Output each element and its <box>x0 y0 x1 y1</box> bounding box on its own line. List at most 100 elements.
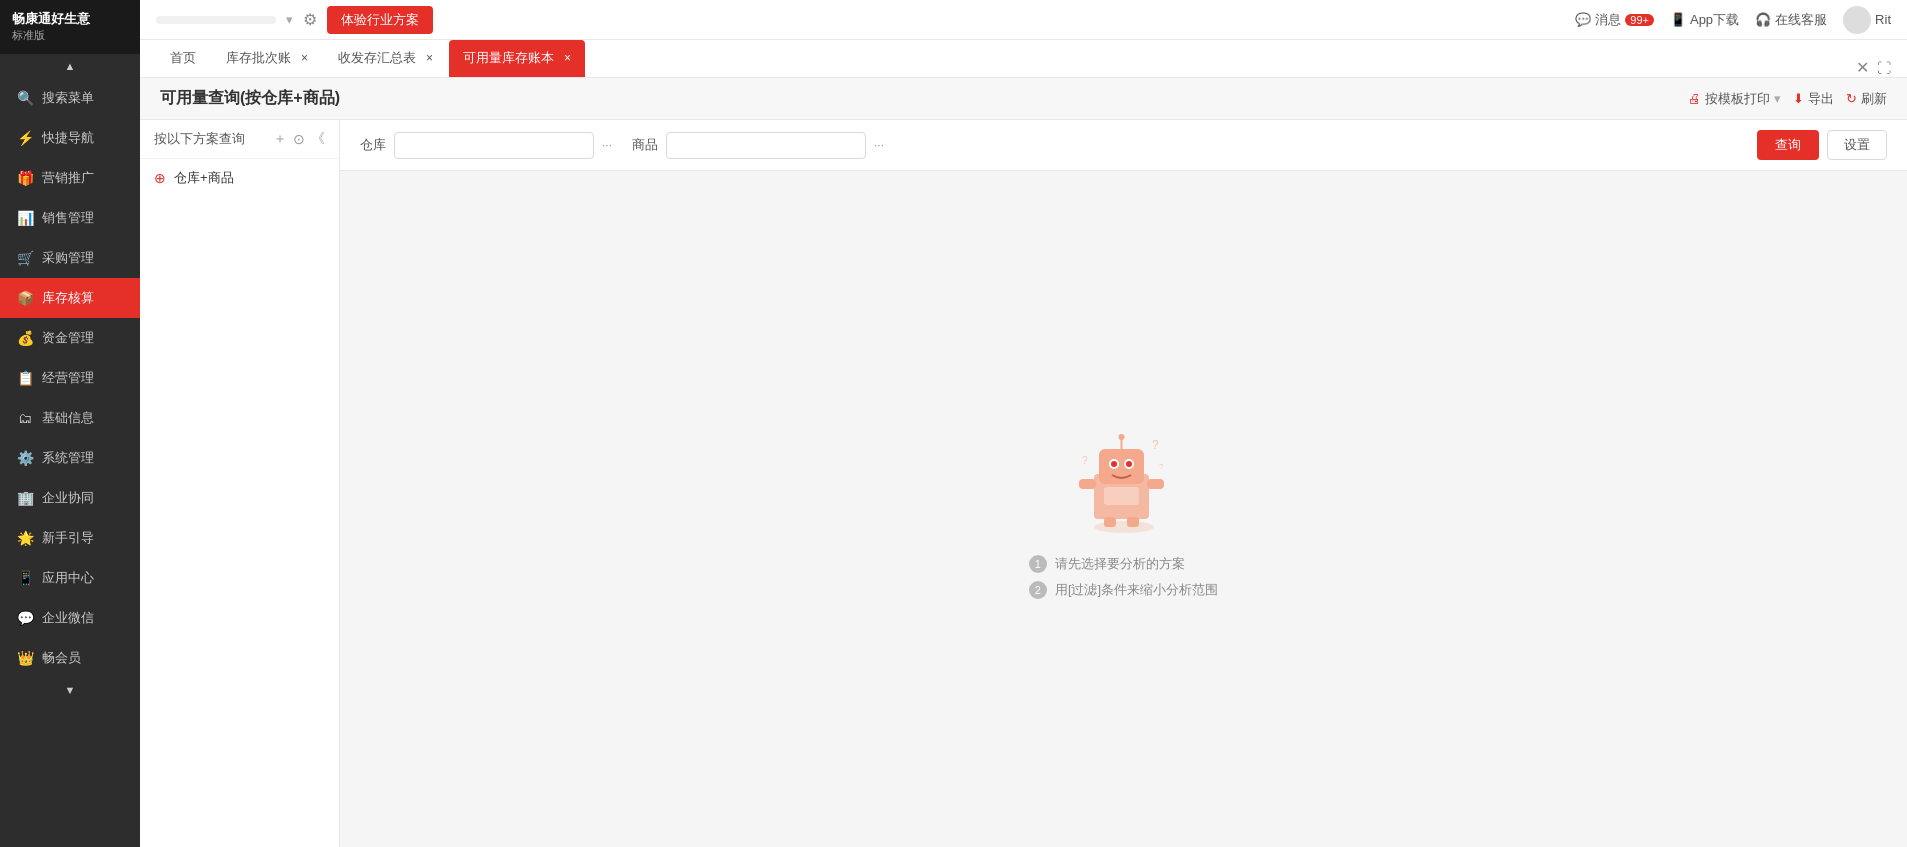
headset-icon: 🎧 <box>1755 12 1771 27</box>
empty-state: ? ? ? 1 请先选择要分析的方案 2 用[过滤]条件来缩小分析范围 <box>340 171 1907 847</box>
svg-rect-12 <box>1147 479 1164 489</box>
warehouse-product-icon: ⊕ <box>154 170 166 186</box>
sidebar-item-operations[interactable]: 📋 经营管理 <box>0 358 140 398</box>
tab-home[interactable]: 首页 <box>156 40 210 77</box>
sidebar-label-enterprise: 企业协同 <box>42 489 94 507</box>
app-download-icon: 📱 <box>1670 12 1686 27</box>
basic-icon: 🗂 <box>16 410 34 426</box>
sidebar-item-search[interactable]: 🔍 搜索菜单 <box>0 78 140 118</box>
product-input[interactable] <box>666 132 866 159</box>
sidebar-scroll-down[interactable]: ▼ <box>0 678 140 702</box>
filter-panel: 按以下方案查询 ＋ ⊙ 《 ⊕ 仓库+商品 <box>140 120 340 847</box>
sidebar-scroll: ▲ 🔍 搜索菜单 ⚡ 快捷导航 🎁 营销推广 📊 销售管理 🛒 采购管理 📦 库… <box>0 54 140 847</box>
tab-batch-account-close[interactable]: × <box>301 51 308 65</box>
industry-solution-button[interactable]: 体验行业方案 <box>327 6 433 34</box>
print-label: 按模板打印 <box>1705 90 1770 108</box>
print-button[interactable]: 🖨 按模板打印 ▾ <box>1688 90 1781 108</box>
app-logo: 畅康通好生意 标准版 <box>0 0 140 54</box>
enterprise-icon: 🏢 <box>16 490 34 506</box>
dropdown-icon[interactable]: ▾ <box>286 12 293 27</box>
content-area: 按以下方案查询 ＋ ⊙ 《 ⊕ 仓库+商品 仓库 ··· <box>140 120 1907 847</box>
message-badge: 99+ <box>1625 14 1654 26</box>
sidebar-item-purchase[interactable]: 🛒 采购管理 <box>0 238 140 278</box>
filter-header-actions: ＋ ⊙ 《 <box>273 130 325 148</box>
message-icon: 💬 <box>1575 12 1591 27</box>
svg-point-8 <box>1118 434 1124 440</box>
user-menu[interactable]: Rit <box>1843 6 1891 34</box>
online-service-item[interactable]: 🎧 在线客服 <box>1755 11 1827 29</box>
online-service-label: 在线客服 <box>1775 11 1827 29</box>
empty-tips: 1 请先选择要分析的方案 2 用[过滤]条件来缩小分析范围 <box>1029 555 1218 599</box>
export-icon: ⬇ <box>1793 91 1804 106</box>
sidebar-label-finance: 资金管理 <box>42 329 94 347</box>
tab-available-ledger-label: 可用量库存账本 <box>463 49 554 67</box>
sidebar-scroll-up[interactable]: ▲ <box>0 54 140 78</box>
sidebar-item-marketing[interactable]: 🎁 营销推广 <box>0 158 140 198</box>
sidebar-label-marketing: 营销推广 <box>42 169 94 187</box>
tab-available-ledger-close[interactable]: × <box>564 51 571 65</box>
tip-1-text: 请先选择要分析的方案 <box>1055 555 1185 573</box>
product-label: 商品 <box>632 136 658 154</box>
settings-gear-icon[interactable]: ⚙ <box>303 10 317 29</box>
print-dropdown-icon[interactable]: ▾ <box>1774 91 1781 106</box>
finance-icon: 💰 <box>16 330 34 346</box>
svg-text:?: ? <box>1159 462 1164 471</box>
topbar-left: ▾ ⚙ 体验行业方案 <box>156 6 433 34</box>
filter-header: 按以下方案查询 ＋ ⊙ 《 <box>140 120 339 159</box>
sidebar-item-guide[interactable]: 🌟 新手引导 <box>0 518 140 558</box>
product-more-btn[interactable]: ··· <box>874 138 884 152</box>
svg-rect-9 <box>1104 517 1116 527</box>
sidebar-item-member[interactable]: 👑 畅会员 <box>0 638 140 678</box>
settings-button[interactable]: 设置 <box>1827 130 1887 160</box>
warehouse-more-btn[interactable]: ··· <box>602 138 612 152</box>
member-icon: 👑 <box>16 650 34 666</box>
tab-expand-icon[interactable]: ⛶ <box>1877 60 1891 76</box>
sidebar-item-system[interactable]: ⚙️ 系统管理 <box>0 438 140 478</box>
sidebar-item-wechat[interactable]: 💬 企业微信 <box>0 598 140 638</box>
tab-receipt-summary-close[interactable]: × <box>426 51 433 65</box>
tab-available-ledger[interactable]: 可用量库存账本 × <box>449 40 585 77</box>
sidebar-label-app-center: 应用中心 <box>42 569 94 587</box>
sidebar-item-enterprise[interactable]: 🏢 企业协同 <box>0 478 140 518</box>
operations-icon: 📋 <box>16 370 34 386</box>
tab-window-close-icon[interactable]: ✕ <box>1856 58 1869 77</box>
warehouse-input[interactable] <box>394 132 594 159</box>
product-field: 商品 ··· <box>632 132 884 159</box>
settings-filter-icon[interactable]: ⊙ <box>293 131 305 147</box>
tab-receipt-summary-label: 收发存汇总表 <box>338 49 416 67</box>
tabbar: 首页 库存批次账 × 收发存汇总表 × 可用量库存账本 × ✕ ⛶ <box>140 40 1907 78</box>
sidebar-label-shortcut: 快捷导航 <box>42 129 94 147</box>
query-actions: 查询 设置 <box>1757 130 1887 160</box>
sidebar-item-sales[interactable]: 📊 销售管理 <box>0 198 140 238</box>
app-center-icon: 📱 <box>16 570 34 586</box>
refresh-button[interactable]: ↻ 刷新 <box>1846 90 1887 108</box>
sidebar-item-basic[interactable]: 🗂 基础信息 <box>0 398 140 438</box>
app-download-label: App下载 <box>1690 11 1739 29</box>
collapse-filter-icon[interactable]: 《 <box>311 130 325 148</box>
print-icon: 🖨 <box>1688 91 1701 106</box>
sidebar-item-app-center[interactable]: 📱 应用中心 <box>0 558 140 598</box>
app-download-item[interactable]: 📱 App下载 <box>1670 11 1739 29</box>
sidebar-item-shortcut[interactable]: ⚡ 快捷导航 <box>0 118 140 158</box>
svg-point-6 <box>1126 461 1132 467</box>
message-label: 消息 <box>1595 11 1621 29</box>
warehouse-field: 仓库 ··· <box>360 132 612 159</box>
svg-text:?: ? <box>1152 438 1159 452</box>
query-button[interactable]: 查询 <box>1757 130 1819 160</box>
message-item[interactable]: 💬 消息 99+ <box>1575 11 1654 29</box>
add-filter-icon[interactable]: ＋ <box>273 130 287 148</box>
tab-batch-account[interactable]: 库存批次账 × <box>212 40 322 77</box>
filter-item-label: 仓库+商品 <box>174 169 234 187</box>
filter-item-warehouse-product[interactable]: ⊕ 仓库+商品 <box>140 159 339 197</box>
sidebar-label-guide: 新手引导 <box>42 529 94 547</box>
export-button[interactable]: ⬇ 导出 <box>1793 90 1834 108</box>
company-name: 畅康通好生意 <box>12 10 128 28</box>
shortcut-icon: ⚡ <box>16 130 34 146</box>
sidebar-item-inventory[interactable]: 📦 库存核算 <box>0 278 140 318</box>
tab-receipt-summary[interactable]: 收发存汇总表 × <box>324 40 447 77</box>
refresh-label: 刷新 <box>1861 90 1887 108</box>
topbar-right: 💬 消息 99+ 📱 App下载 🎧 在线客服 Rit <box>1575 6 1891 34</box>
tab-batch-account-label: 库存批次账 <box>226 49 291 67</box>
sidebar-item-finance[interactable]: 💰 资金管理 <box>0 318 140 358</box>
tip-2-text: 用[过滤]条件来缩小分析范围 <box>1055 581 1218 599</box>
